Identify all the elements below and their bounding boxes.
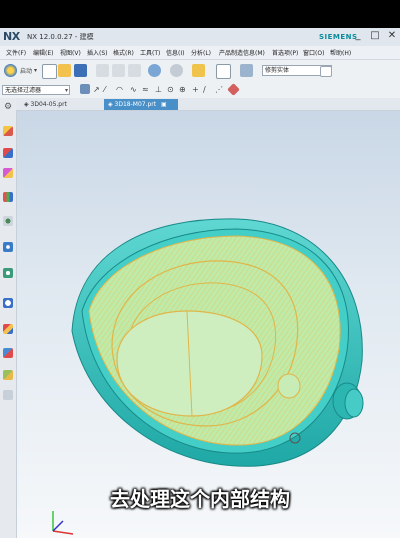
- video-subtitle: 去处理这个内部结构: [110, 487, 290, 511]
- line-point-icon[interactable]: ∕: [203, 85, 206, 95]
- side-hole[interactable]: [277, 373, 301, 399]
- selection-filter-select[interactable]: 无选择过滤器 ▾: [2, 85, 70, 95]
- nx-logo: NX: [3, 30, 20, 43]
- system-scene-icon[interactable]: [3, 348, 13, 358]
- redo-icon[interactable]: [170, 64, 183, 77]
- start-button-label[interactable]: 启动: [20, 67, 32, 77]
- process-studio-icon[interactable]: [3, 298, 13, 308]
- copy-icon[interactable]: [112, 64, 125, 77]
- nx-application-window: NX NX 12.0.0.27 - 建模 SIEMENS _ □ ✕ 文件(F)…: [0, 28, 400, 538]
- save-icon[interactable]: [74, 64, 87, 77]
- wave-snap-icon[interactable]: ≈: [142, 85, 149, 95]
- title-bar: NX NX 12.0.0.27 - 建模 SIEMENS _ □ ✕: [0, 28, 400, 47]
- center-point-icon[interactable]: ⊙: [167, 85, 174, 95]
- resource-bar: ⚙: [0, 98, 17, 538]
- start-dropdown-icon[interactable]: ▾: [34, 66, 37, 76]
- tab-label: 3D04-05.prt: [30, 101, 67, 108]
- select-icon[interactable]: [192, 64, 205, 77]
- window-title: NX 12.0.0.27 - 建模: [27, 33, 94, 41]
- bowl-part-model[interactable]: [17, 111, 400, 538]
- tab-label: 3D18-M07.prt: [114, 101, 157, 108]
- standard-toolbar: 启动 ▾ 修剪实体: [0, 60, 400, 83]
- paste-icon[interactable]: [128, 64, 141, 77]
- quadrant-point-icon[interactable]: ⊕: [179, 85, 186, 95]
- new-file-icon[interactable]: [42, 64, 57, 79]
- curve-snap-icon[interactable]: ⁄: [104, 85, 105, 95]
- palette-icon[interactable]: [3, 390, 13, 400]
- cut-icon[interactable]: [96, 64, 109, 77]
- view-triad: [52, 511, 74, 535]
- constraint-navigator-icon[interactable]: [3, 148, 13, 158]
- menu-information[interactable]: 信息(I): [166, 48, 184, 57]
- snap-point-icon[interactable]: [80, 84, 90, 94]
- tab-3d04-05[interactable]: ◈ 3D04-05.prt: [20, 99, 88, 110]
- face-point-icon[interactable]: [227, 83, 240, 96]
- spline-snap-icon[interactable]: ∿: [130, 85, 137, 95]
- gear-icon[interactable]: ⚙: [3, 102, 13, 112]
- start-icon[interactable]: [4, 64, 17, 77]
- menu-window[interactable]: 窗口(O): [303, 48, 324, 57]
- menu-insert[interactable]: 插入(S): [87, 48, 108, 57]
- part-navigator-icon[interactable]: [3, 168, 13, 178]
- menu-tools[interactable]: 工具(T): [140, 48, 160, 57]
- maximize-button[interactable]: □: [368, 29, 382, 43]
- menu-analysis[interactable]: 分析(L): [191, 48, 211, 57]
- graphics-viewport[interactable]: [17, 111, 400, 538]
- end-point-icon[interactable]: ⊥: [155, 85, 162, 95]
- document-tabs: ◈ 3D04-05.prt ◈ 3D18-M07.prt ▣: [16, 98, 400, 111]
- line-snap-icon[interactable]: ↗: [93, 85, 100, 95]
- menu-preferences[interactable]: 首选项(P): [272, 48, 298, 57]
- menu-help[interactable]: 帮助(H): [330, 48, 351, 57]
- selection-filter-value: 无选择过滤器: [5, 87, 42, 94]
- boss-end-face[interactable]: [344, 388, 364, 418]
- visualization-icon[interactable]: [3, 370, 13, 380]
- web-browser-icon[interactable]: [3, 242, 13, 252]
- vertex-point-icon[interactable]: ⋰: [215, 85, 223, 95]
- close-button[interactable]: ✕: [385, 29, 399, 43]
- menu-bar: 文件(F) 编辑(E) 视图(V) 插入(S) 格式(R) 工具(T) 信息(I…: [0, 46, 400, 60]
- reuse-library-icon[interactable]: [3, 192, 13, 202]
- selection-toolbar: 无选择过滤器 ▾ ↗ ⁄ ◠ ∿ ≈ ⊥ ⊙ ⊕ + ∕ ⋰: [0, 82, 400, 99]
- chevron-down-icon: ▾: [64, 87, 68, 94]
- history-icon[interactable]: [3, 268, 13, 278]
- menu-pmi[interactable]: 产品制造信息(M): [219, 48, 265, 57]
- menu-view[interactable]: 视图(V): [60, 48, 81, 57]
- assembly-navigator-icon[interactable]: [3, 126, 13, 136]
- minimize-button[interactable]: _: [351, 29, 365, 43]
- undo-icon[interactable]: [148, 64, 161, 77]
- menu-format[interactable]: 格式(R): [113, 48, 134, 57]
- hd3d-tools-icon[interactable]: [3, 216, 13, 226]
- view-window-icon[interactable]: [216, 64, 231, 79]
- tab-3d18-m07[interactable]: ◈ 3D18-M07.prt ▣: [104, 99, 178, 110]
- menu-file[interactable]: 文件(F): [6, 48, 26, 57]
- display-icon[interactable]: [240, 64, 253, 77]
- search-icon[interactable]: [320, 66, 332, 77]
- roles-icon[interactable]: [3, 324, 13, 334]
- open-folder-icon[interactable]: [58, 64, 71, 77]
- close-tab-icon[interactable]: ▣: [161, 101, 167, 108]
- arc-snap-icon[interactable]: ◠: [116, 85, 123, 95]
- menu-edit[interactable]: 编辑(E): [33, 48, 53, 57]
- cross-point-icon[interactable]: +: [192, 85, 199, 95]
